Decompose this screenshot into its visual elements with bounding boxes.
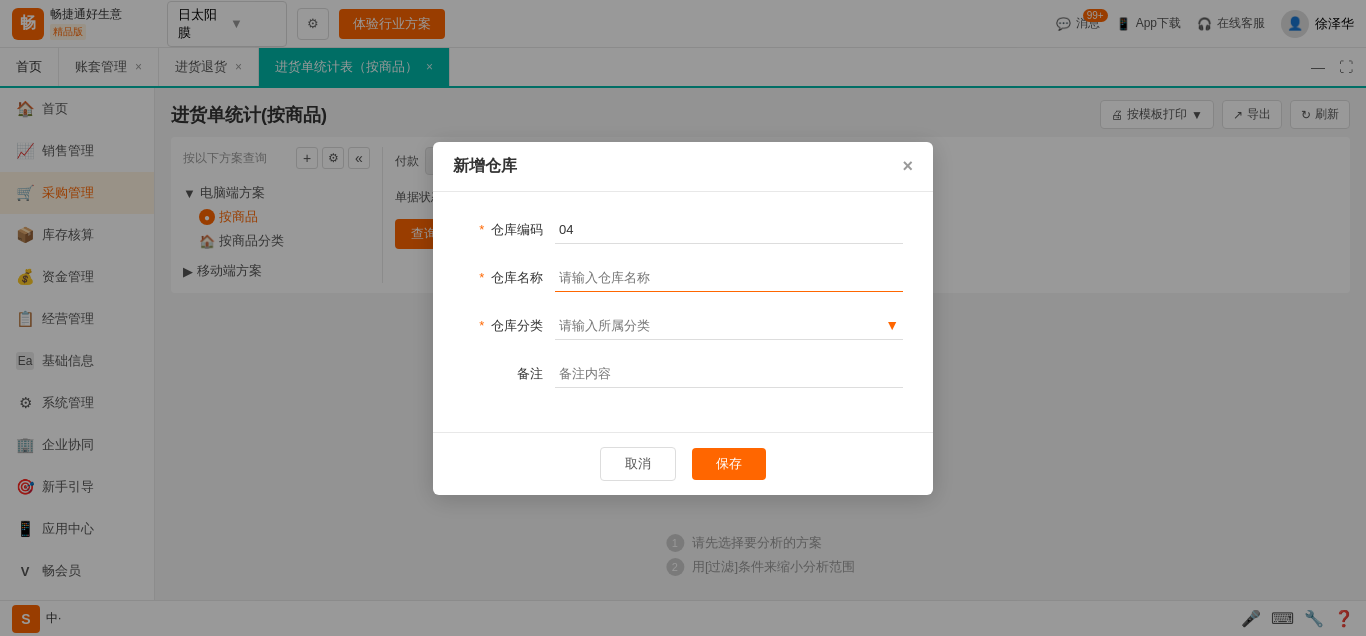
cancel-button[interactable]: 取消 <box>600 447 676 481</box>
required-star-category: * <box>479 318 484 333</box>
modal-title: 新增仓库 <box>453 156 517 177</box>
form-label-code: * 仓库编码 <box>463 221 543 239</box>
new-warehouse-modal: 新增仓库 × * 仓库编码 * 仓库名称 <box>433 142 933 495</box>
form-label-category: * 仓库分类 <box>463 317 543 335</box>
form-row-category: * 仓库分类 ▼ <box>463 312 903 340</box>
category-input[interactable] <box>555 312 881 339</box>
modal-body: * 仓库编码 * 仓库名称 * 仓库分类 <box>433 192 933 432</box>
form-label-name: * 仓库名称 <box>463 269 543 287</box>
modal-overlay[interactable]: 新增仓库 × * 仓库编码 * 仓库名称 <box>0 0 1366 636</box>
modal-footer: 取消 保存 <box>433 432 933 495</box>
warehouse-name-input[interactable] <box>555 264 903 292</box>
save-button[interactable]: 保存 <box>692 448 766 480</box>
modal-header: 新增仓库 × <box>433 142 933 192</box>
warehouse-note-input[interactable] <box>555 360 903 388</box>
required-star-code: * <box>479 222 484 237</box>
category-dropdown-icon[interactable]: ▼ <box>881 317 903 333</box>
form-row-code: * 仓库编码 <box>463 216 903 244</box>
required-star-name: * <box>479 270 484 285</box>
form-row-name: * 仓库名称 <box>463 264 903 292</box>
category-select-wrap: ▼ <box>555 312 903 340</box>
form-label-note: 备注 <box>463 365 543 383</box>
modal-close-button[interactable]: × <box>902 157 913 175</box>
form-row-note: 备注 <box>463 360 903 388</box>
warehouse-code-input[interactable] <box>555 216 903 244</box>
